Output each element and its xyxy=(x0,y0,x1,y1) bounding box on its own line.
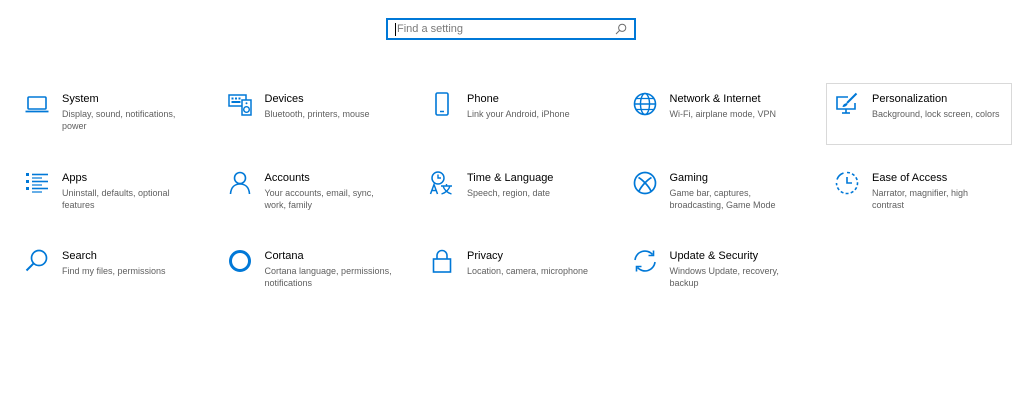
tile-system[interactable]: System Display, sound, notifications, po… xyxy=(16,83,202,145)
tile-ease-of-access[interactable]: Ease of Access Narrator, magnifier, high… xyxy=(826,162,1012,224)
magnifier-icon[interactable] xyxy=(614,22,628,36)
settings-home: System Display, sound, notifications, po… xyxy=(0,0,1024,404)
tile-description: Link your Android, iPhone xyxy=(467,109,570,119)
ease-of-access-icon xyxy=(833,170,861,198)
tile-title: System xyxy=(62,93,99,105)
tile-accounts[interactable]: Accounts Your accounts, email, sync, wor… xyxy=(219,162,405,224)
tile-title: Network & Internet xyxy=(669,93,761,105)
xbox-icon xyxy=(631,170,659,198)
tile-description: Find my files, permissions xyxy=(62,266,166,276)
tile-phone[interactable]: Phone Link your Android, iPhone xyxy=(421,83,607,145)
tile-description: Uninstall, defaults, optional features xyxy=(62,187,170,210)
tile-title: Search xyxy=(62,250,97,262)
tile-title: Devices xyxy=(264,93,304,105)
settings-category-grid: System Display, sound, notifications, po… xyxy=(16,83,1024,319)
search-input[interactable] xyxy=(396,21,614,37)
tile-devices[interactable]: Devices Bluetooth, printers, mouse xyxy=(219,83,405,145)
tile-description: Background, lock screen, colors xyxy=(872,109,1000,119)
tile-search[interactable]: Search Find my files, permissions xyxy=(16,240,202,302)
person-icon xyxy=(226,170,254,198)
cortana-icon xyxy=(226,248,254,276)
tile-cortana[interactable]: Cortana Cortana language, permissions, n… xyxy=(219,240,405,302)
tile-update-security[interactable]: Update & Security Windows Update, recove… xyxy=(624,240,810,302)
tile-gaming[interactable]: Gaming Game bar, captures, broadcasting,… xyxy=(624,162,810,224)
globe-icon xyxy=(631,91,659,119)
tile-network-internet[interactable]: Network & Internet Wi-Fi, airplane mode,… xyxy=(624,83,810,145)
tile-description: Narrator, magnifier, high contrast xyxy=(872,187,969,210)
tile-title: Ease of Access xyxy=(872,171,948,184)
search-icon xyxy=(23,248,51,276)
paint-monitor-icon xyxy=(833,91,861,119)
find-setting-searchbox[interactable] xyxy=(386,18,636,40)
tile-apps[interactable]: Apps Uninstall, defaults, optional featu… xyxy=(16,162,202,224)
tile-title: Accounts xyxy=(264,171,310,184)
tile-description: Bluetooth, printers, mouse xyxy=(264,109,370,119)
tile-privacy[interactable]: Privacy Location, camera, microphone xyxy=(421,240,607,302)
tile-description: Windows Update, recovery, backup xyxy=(669,266,779,288)
tile-description: Location, camera, microphone xyxy=(467,266,589,276)
apps-list-icon xyxy=(23,170,51,198)
lock-icon xyxy=(428,248,456,276)
tile-title: Gaming xyxy=(669,171,709,184)
laptop-icon xyxy=(23,91,51,119)
tile-description: Speech, region, date xyxy=(467,187,551,198)
tile-description: Game bar, captures, broadcasting, Game M… xyxy=(669,187,776,210)
tile-title: Phone xyxy=(467,93,499,105)
tile-description: Wi-Fi, airplane mode, VPN xyxy=(669,109,777,119)
tile-time-language[interactable]: Time & Language Speech, region, date xyxy=(421,162,607,224)
time-language-icon xyxy=(428,170,456,198)
tile-description: Display, sound, notifications, power xyxy=(62,109,176,131)
tile-title: Cortana xyxy=(264,250,304,262)
tile-title: Apps xyxy=(62,171,88,184)
tile-title: Update & Security xyxy=(669,250,759,262)
tile-title: Privacy xyxy=(467,250,504,262)
tile-title: Time & Language xyxy=(467,171,554,184)
sync-icon xyxy=(631,248,659,276)
tile-description: Cortana language, permissions, notificat… xyxy=(264,266,392,288)
tile-title: Personalization xyxy=(872,93,948,105)
tile-personalization[interactable]: Personalization Background, lock screen,… xyxy=(826,83,1012,145)
tile-description: Your accounts, email, sync, work, family xyxy=(264,187,374,210)
phone-icon xyxy=(428,91,456,119)
keyboard-speaker-icon xyxy=(226,91,254,119)
